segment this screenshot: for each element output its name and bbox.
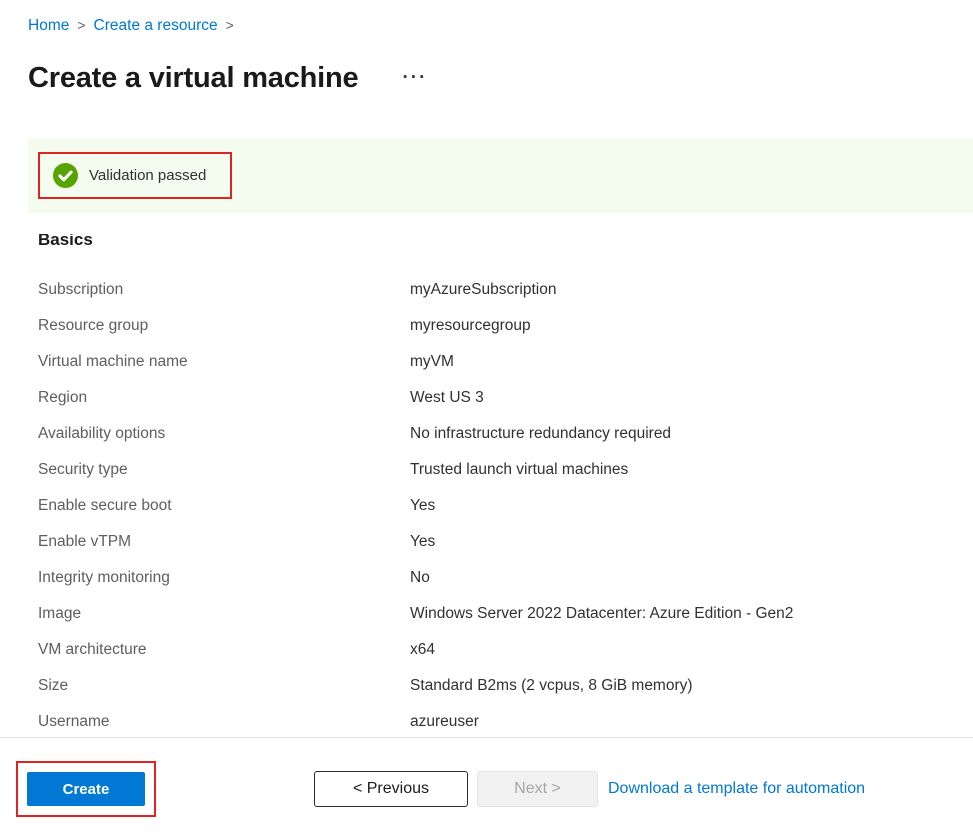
next-button[interactable]: Next >	[477, 771, 598, 807]
row-value: myVM	[410, 353, 454, 370]
row-label: Region	[38, 389, 88, 406]
row-label: Size	[38, 677, 69, 694]
summary-row-region: Region West US 3	[38, 380, 973, 416]
basics-heading-container: Basics	[38, 234, 973, 253]
breadcrumb-home-link[interactable]: Home	[28, 17, 69, 34]
basics-summary-list: Subscription myAzureSubscription Resourc…	[38, 272, 973, 740]
summary-row-security-type: Security type Trusted launch virtual mac…	[38, 452, 973, 488]
footer-action-bar: Create < Previous Next > Download a temp…	[0, 738, 973, 817]
row-value: myresourcegroup	[410, 317, 531, 334]
success-check-icon	[53, 163, 78, 188]
row-value: Yes	[410, 497, 436, 514]
breadcrumb-create-a-resource-link[interactable]: Create a resource	[94, 17, 218, 34]
create-button[interactable]: Create	[27, 772, 145, 806]
summary-row-vm-architecture: VM architecture x64	[38, 632, 973, 668]
summary-row-enable-secure-boot: Enable secure boot Yes	[38, 488, 973, 524]
row-label: Security type	[38, 461, 128, 478]
row-value: Trusted launch virtual machines	[410, 461, 629, 478]
row-value: myAzureSubscription	[410, 281, 557, 298]
validation-banner: Validation passed	[28, 138, 973, 213]
row-label: Username	[38, 713, 110, 730]
summary-row-availability-options: Availability options No infrastructure r…	[38, 416, 973, 452]
title-row: Create a virtual machine ···	[28, 61, 973, 95]
annotation-highlight-box: Create	[16, 761, 156, 817]
page-title: Create a virtual machine	[28, 62, 359, 94]
basics-section: Basics Subscription myAzureSubscription …	[38, 234, 973, 740]
row-value: No	[410, 569, 430, 586]
annotation-highlight-box: Validation passed	[38, 152, 233, 199]
row-label: VM architecture	[38, 641, 147, 658]
basics-heading: Basics	[38, 234, 93, 249]
validation-status-text: Validation passed	[89, 167, 207, 184]
row-label: Enable vTPM	[38, 533, 132, 550]
row-value: azureuser	[410, 713, 479, 730]
row-value: x64	[410, 641, 435, 658]
breadcrumb: Home > Create a resource >	[0, 0, 973, 37]
row-value: Windows Server 2022 Datacenter: Azure Ed…	[410, 605, 794, 622]
summary-row-resource-group: Resource group myresourcegroup	[38, 308, 973, 344]
breadcrumb-chevron-icon: >	[225, 17, 234, 33]
summary-row-username: Username azureuser	[38, 704, 973, 740]
row-value: No infrastructure redundancy required	[410, 425, 672, 442]
row-label: Resource group	[38, 317, 149, 334]
previous-button[interactable]: < Previous	[314, 771, 468, 807]
summary-row-enable-vtpm: Enable vTPM Yes	[38, 524, 973, 560]
summary-row-size: Size Standard B2ms (2 vcpus, 8 GiB memor…	[38, 668, 973, 704]
breadcrumb-chevron-icon: >	[77, 17, 86, 33]
summary-row-subscription: Subscription myAzureSubscription	[38, 272, 973, 308]
summary-row-image: Image Windows Server 2022 Datacenter: Az…	[38, 596, 973, 632]
create-vm-review-page: Home > Create a resource > Create a virtual…	[0, 0, 973, 839]
summary-row-integrity-monitoring: Integrity monitoring No	[38, 560, 973, 596]
summary-row-vm-name: Virtual machine name myVM	[38, 344, 973, 380]
row-value: West US 3	[410, 389, 484, 406]
row-label: Subscription	[38, 281, 124, 298]
row-label: Availability options	[38, 425, 166, 442]
download-template-link[interactable]: Download a template for automation	[608, 780, 865, 798]
row-label: Image	[38, 605, 82, 622]
more-options-icon[interactable]: ···	[398, 68, 431, 88]
row-value: Standard B2ms (2 vcpus, 8 GiB memory)	[410, 677, 693, 694]
row-value: Yes	[410, 533, 436, 550]
row-label: Integrity monitoring	[38, 569, 170, 586]
row-label: Virtual machine name	[38, 353, 188, 370]
row-label: Enable secure boot	[38, 497, 172, 514]
